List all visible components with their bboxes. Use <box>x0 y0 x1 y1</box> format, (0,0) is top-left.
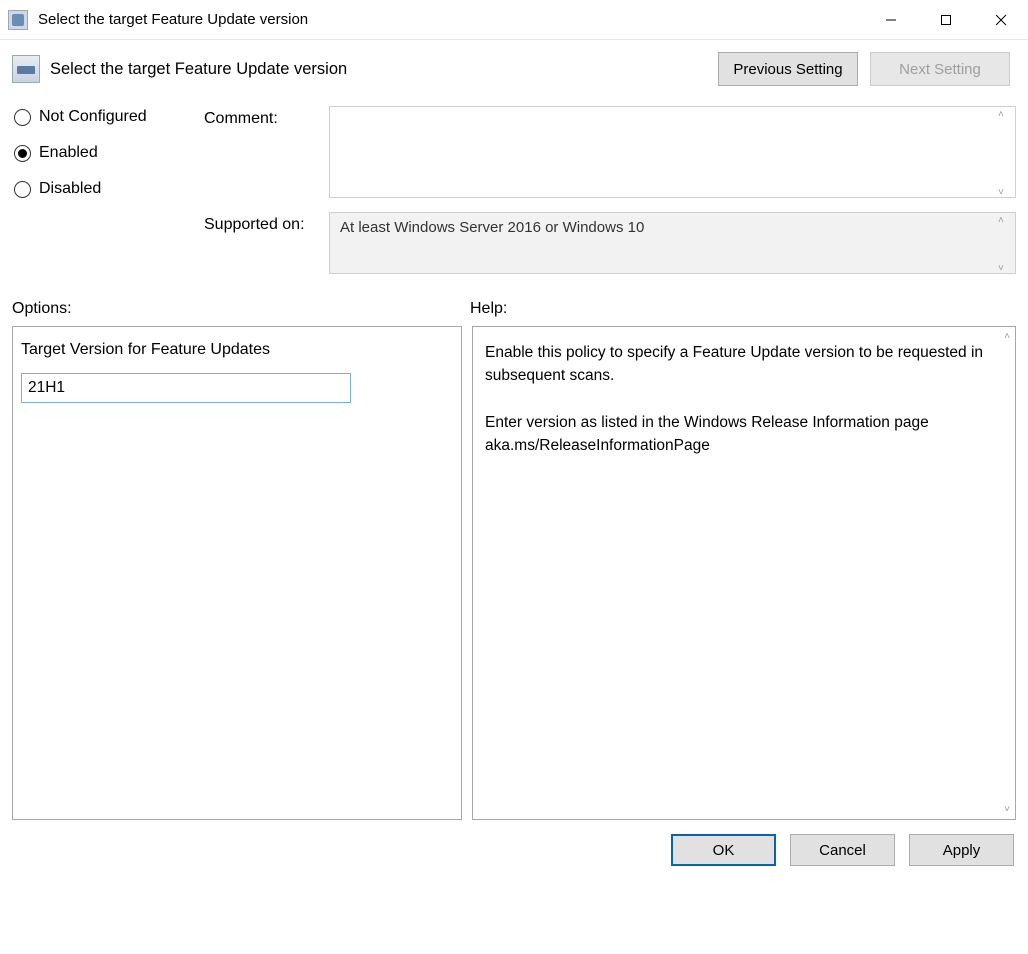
supported-textarea <box>329 212 1016 274</box>
comment-label: Comment: <box>204 106 329 128</box>
previous-setting-button[interactable]: Previous Setting <box>718 52 858 86</box>
options-panel: Target Version for Feature Updates <box>12 326 462 820</box>
apply-button[interactable]: Apply <box>909 834 1014 866</box>
ok-button[interactable]: OK <box>671 834 776 866</box>
radio-label: Enabled <box>39 144 98 162</box>
policy-icon <box>12 55 40 83</box>
next-setting-button: Next Setting <box>870 52 1010 86</box>
radio-not-configured[interactable]: Not Configured <box>14 108 184 126</box>
window-title: Select the target Feature Update version <box>38 11 863 28</box>
app-icon <box>8 10 28 30</box>
radio-icon <box>14 109 31 126</box>
radio-disabled[interactable]: Disabled <box>14 180 184 198</box>
help-section-label: Help: <box>470 300 507 318</box>
maximize-button[interactable] <box>918 0 973 39</box>
radio-label: Disabled <box>39 180 101 198</box>
radio-label: Not Configured <box>39 108 147 126</box>
supported-label: Supported on: <box>204 212 329 234</box>
minimize-button[interactable] <box>863 0 918 39</box>
help-text: Enable this policy to specify a Feature … <box>485 341 1003 457</box>
titlebar: Select the target Feature Update version <box>0 0 1028 40</box>
help-panel: Enable this policy to specify a Feature … <box>472 326 1016 820</box>
radio-icon <box>14 145 31 162</box>
target-version-label: Target Version for Feature Updates <box>21 341 453 359</box>
radio-icon <box>14 181 31 198</box>
options-section-label: Options: <box>12 300 470 318</box>
close-button[interactable] <box>973 0 1028 39</box>
radio-enabled[interactable]: Enabled <box>14 144 184 162</box>
page-title: Select the target Feature Update version <box>50 60 718 79</box>
cancel-button[interactable]: Cancel <box>790 834 895 866</box>
scrollbar[interactable]: ˄˅ <box>1001 331 1013 815</box>
comment-textarea[interactable] <box>329 106 1016 198</box>
target-version-input[interactable] <box>21 373 351 403</box>
